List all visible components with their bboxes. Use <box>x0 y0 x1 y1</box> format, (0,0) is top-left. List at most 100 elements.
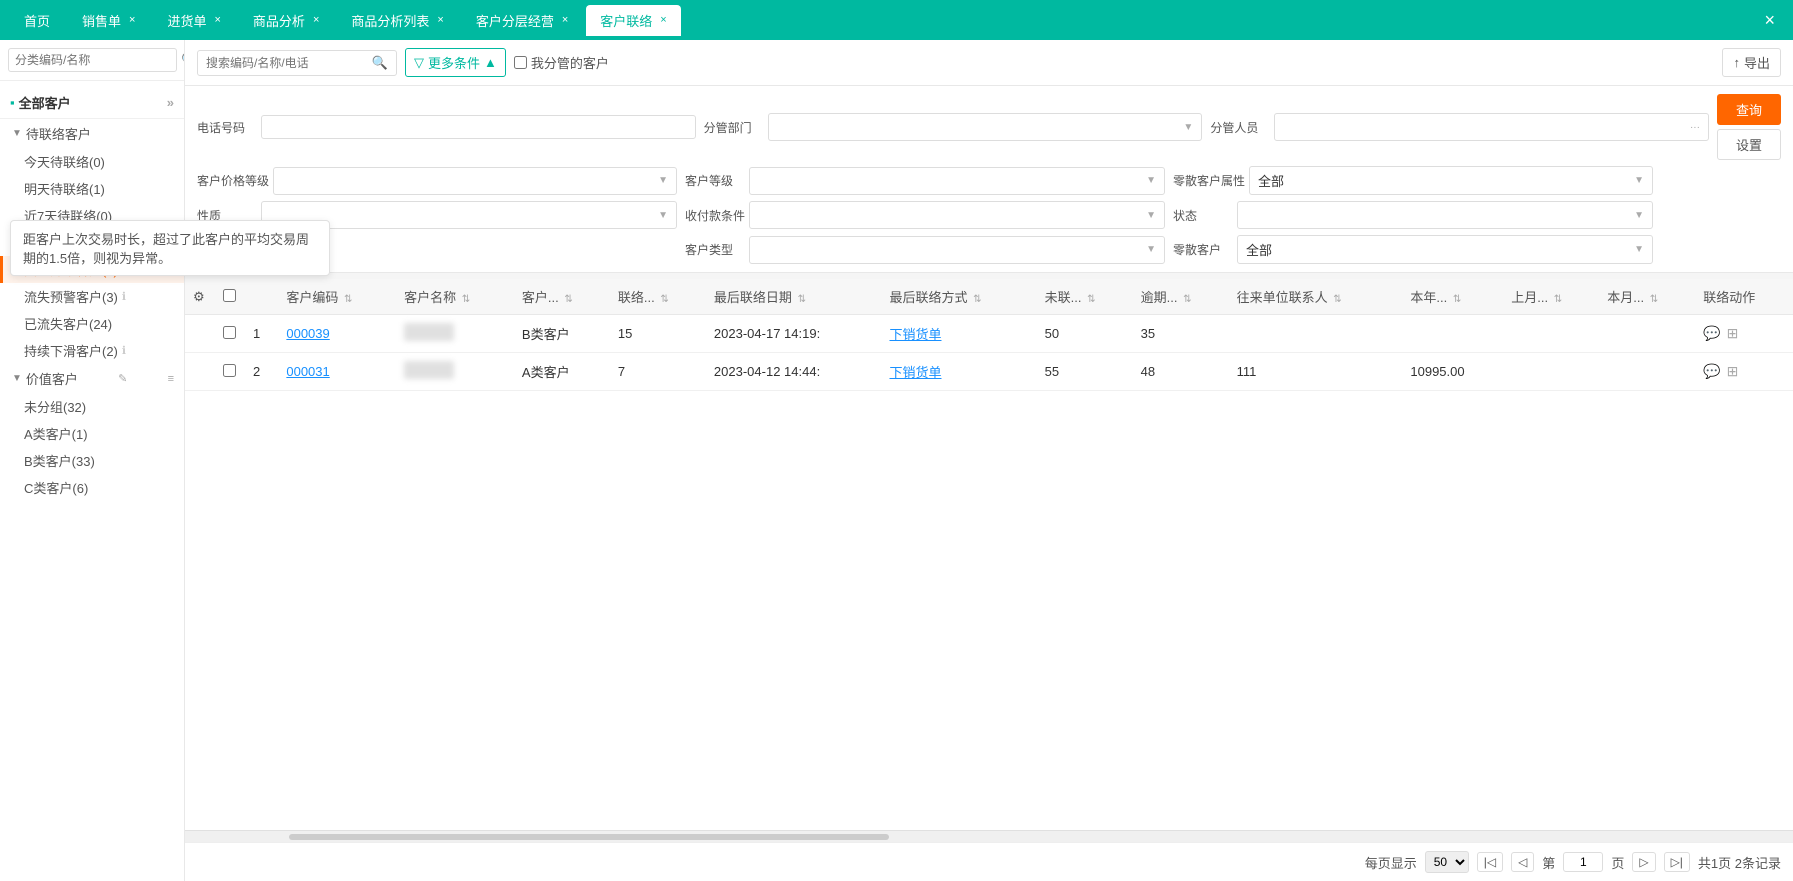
department-select[interactable]: ▼ <box>768 113 1203 141</box>
search-box[interactable]: 🔍 <box>197 50 397 76</box>
sort-icon[interactable]: ⇅ <box>564 294 572 305</box>
retail-customer-select[interactable]: 全部 ▼ <box>1237 235 1653 264</box>
person-select[interactable]: ··· <box>1274 113 1709 141</box>
info-icon: ℹ <box>122 344 126 357</box>
sort-icon[interactable]: ⇅ <box>1554 294 1562 305</box>
sort-icon[interactable]: ⇅ <box>1183 294 1191 305</box>
sidebar-item-churn-warning[interactable]: 流失预警客户(3) ℹ <box>0 283 184 310</box>
th-gear: ⚙ <box>185 279 215 315</box>
price-level-select[interactable]: ▼ <box>273 167 677 195</box>
settings-button[interactable]: 设置 <box>1717 129 1781 160</box>
customer-table: ⚙ 客户编码 ⇅ 客户名称 <box>185 279 1793 391</box>
phone-label: 电话号码 <box>197 119 257 136</box>
sidebar-item-ungrouped[interactable]: 未分组(32) <box>0 393 184 420</box>
row-checkbox[interactable] <box>223 364 236 377</box>
filter-retail-attr: 零散客户属性 全部 ▼ <box>1173 166 1653 195</box>
tab-purchase[interactable]: 进货单 × <box>153 5 234 36</box>
message-icon[interactable]: 💬 <box>1703 363 1720 380</box>
close-icon[interactable]: × <box>129 14 135 26</box>
qr-icon[interactable]: ⊞ <box>1727 325 1739 342</box>
close-icon[interactable]: × <box>214 14 220 26</box>
chevron-down-icon: ▼ <box>1183 122 1193 133</box>
payment-label: 收付款条件 <box>685 207 745 224</box>
sidebar-item-churned[interactable]: 已流失客户(24) <box>0 310 184 337</box>
first-page-button[interactable]: |◁ <box>1477 852 1503 872</box>
sidebar-item-tomorrow[interactable]: 明天待联络(1) <box>0 175 184 202</box>
tab-home[interactable]: 首页 <box>10 5 64 36</box>
table-row: 2 000031 A类客户 7 2023-04-12 14:44: 下销货单 5… <box>185 353 1793 391</box>
payment-select[interactable]: ▼ <box>749 201 1165 229</box>
status-label: 状态 <box>1173 207 1233 224</box>
scrollbar-thumb[interactable] <box>289 834 889 840</box>
page-input[interactable] <box>1563 852 1603 872</box>
more-conditions-button[interactable]: ▽ 更多条件 ▲ <box>405 48 506 77</box>
sort-icon[interactable]: ⇅ <box>1087 294 1095 305</box>
close-icon[interactable]: × <box>313 14 319 26</box>
my-customers-checkbox[interactable] <box>514 56 527 69</box>
sidebar-item-class-a[interactable]: A类客户(1) <box>0 420 184 447</box>
sidebar-item-today[interactable]: 今天待联络(0) <box>0 148 184 175</box>
filter-row-2: 客户价格等级 ▼ 客户等级 ▼ 零散客户属性 全部 <box>197 166 1781 195</box>
sidebar-group-pending-contact[interactable]: ▼ 待联络客户 <box>0 119 184 148</box>
last-method-link[interactable]: 下销货单 <box>889 327 941 342</box>
search-icon[interactable]: 🔍 <box>372 55 388 71</box>
last-page-button[interactable]: ▷| <box>1664 852 1690 872</box>
sort-icon[interactable]: ⇅ <box>1650 294 1658 305</box>
my-customers-checkbox-area[interactable]: 我分管的客户 <box>514 53 609 72</box>
filter-customer-type: 客户类型 ▼ <box>685 236 1165 264</box>
tab-customer-contact[interactable]: 客户联络 × <box>586 5 680 36</box>
export-icon: ↑ <box>1733 55 1740 70</box>
sidebar-all-customers[interactable]: ▪ 全部客户 » <box>0 87 184 119</box>
table-header-row: ⚙ 客户编码 ⇅ 客户名称 <box>185 279 1793 315</box>
search-input[interactable] <box>206 56 368 70</box>
prev-page-button[interactable]: ◁ <box>1511 852 1534 872</box>
sort-icon[interactable]: ⇅ <box>798 294 806 305</box>
gear-icon[interactable]: ⚙ <box>193 289 205 304</box>
tooltip: 距客户上次交易时长，超过了此客户的平均交易周期的1.5倍，则视为异常。 <box>10 220 330 276</box>
td-not-contact: 50 <box>1037 315 1133 353</box>
chevron-down-icon: ▼ <box>1634 175 1644 186</box>
tab-sales[interactable]: 销售单 × <box>68 5 149 36</box>
customer-type-select[interactable]: ▼ <box>749 236 1165 264</box>
th-no <box>245 279 278 315</box>
export-button[interactable]: ↑ 导出 <box>1722 48 1781 77</box>
horizontal-scrollbar[interactable] <box>185 830 1793 842</box>
status-select[interactable]: ▼ <box>1237 201 1653 229</box>
per-page-select[interactable]: 50 <box>1425 851 1469 873</box>
last-method-link[interactable]: 下销货单 <box>889 365 941 380</box>
row-checkbox[interactable] <box>223 326 236 339</box>
sidebar-search-input[interactable] <box>8 48 177 72</box>
tab-customer-tiering[interactable]: 客户分层经营 × <box>462 5 582 36</box>
tab-product-analysis-list[interactable]: 商品分析列表 × <box>337 5 457 36</box>
sort-icon[interactable]: ⇅ <box>344 294 352 305</box>
sort-icon[interactable]: ⇅ <box>462 294 470 305</box>
edit-icon[interactable]: ✎ <box>118 372 127 385</box>
ellipsis-icon: ··· <box>1690 122 1700 133</box>
sort-icon[interactable]: ⇅ <box>1333 294 1341 305</box>
query-button[interactable]: 查询 <box>1717 94 1781 125</box>
sidebar-item-class-b[interactable]: B类客户(33) <box>0 447 184 474</box>
close-icon[interactable]: × <box>660 14 666 26</box>
qr-icon[interactable]: ⊞ <box>1727 363 1739 380</box>
select-all-checkbox[interactable] <box>223 289 236 302</box>
retail-customer-label: 零散客户 <box>1173 241 1233 258</box>
sidebar-item-class-c[interactable]: C类客户(6) <box>0 474 184 501</box>
next-page-button[interactable]: ▷ <box>1632 852 1655 872</box>
retail-attr-select[interactable]: 全部 ▼ <box>1249 166 1653 195</box>
table-container[interactable]: ⚙ 客户编码 ⇅ 客户名称 <box>185 279 1793 830</box>
sidebar-group-value-customers[interactable]: ▼ 价值客户 ✎ ≡ <box>0 364 184 393</box>
customer-level-select[interactable]: ▼ <box>749 167 1165 195</box>
message-icon[interactable]: 💬 <box>1703 325 1720 342</box>
phone-input[interactable] <box>261 115 696 139</box>
sort-icon[interactable]: ⇅ <box>1453 294 1461 305</box>
close-icon[interactable]: × <box>562 14 568 26</box>
sort-icon[interactable]: ⇅ <box>973 294 981 305</box>
close-all-tabs-button[interactable]: × <box>1756 10 1783 31</box>
filter-icon: ▽ <box>414 55 424 71</box>
sidebar-item-declining[interactable]: 持续下滑客户(2) ℹ <box>0 337 184 364</box>
close-icon[interactable]: × <box>437 14 443 26</box>
manage-icon[interactable]: ≡ <box>168 373 174 385</box>
td-contact: 7 <box>610 353 706 391</box>
tab-product-analysis[interactable]: 商品分析 × <box>239 5 333 36</box>
sort-icon[interactable]: ⇅ <box>660 294 668 305</box>
